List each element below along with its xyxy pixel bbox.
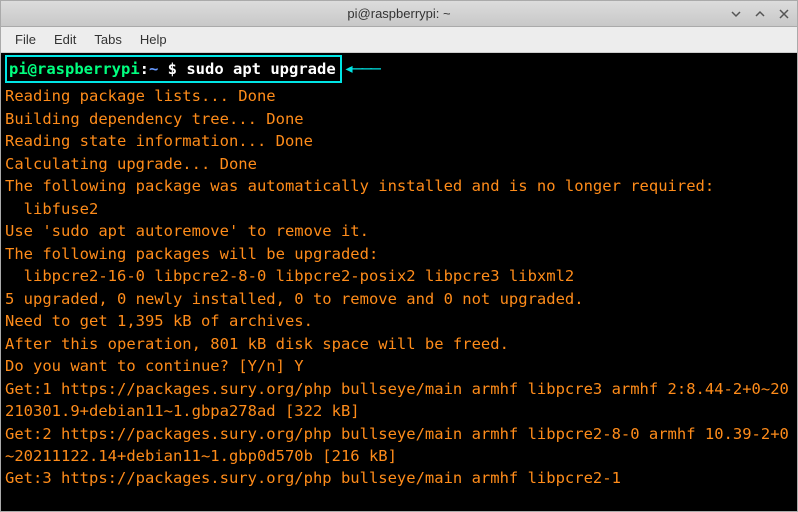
output-line: Reading state information... Done xyxy=(5,130,793,152)
output-line: Building dependency tree... Done xyxy=(5,108,793,130)
output-line: libfuse2 xyxy=(5,198,793,220)
output-line: Do you want to continue? [Y/n] Y xyxy=(5,355,793,377)
output-line: After this operation, 801 kB disk space … xyxy=(5,333,793,355)
output-line: Get:2 https://packages.sury.org/php bull… xyxy=(5,423,793,468)
titlebar: pi@raspberrypi: ~ xyxy=(1,1,797,27)
command-highlight: pi@raspberrypi:~ $ sudo apt upgrade xyxy=(5,55,342,83)
terminal[interactable]: pi@raspberrypi:~ $ sudo apt upgrade◂——— … xyxy=(1,53,797,511)
menu-help[interactable]: Help xyxy=(132,29,175,50)
output-line: Calculating upgrade... Done xyxy=(5,153,793,175)
output-line: Use 'sudo apt autoremove' to remove it. xyxy=(5,220,793,242)
menu-edit[interactable]: Edit xyxy=(46,29,84,50)
maximize-icon[interactable] xyxy=(753,7,767,21)
close-icon[interactable] xyxy=(777,7,791,21)
prompt-path: ~ xyxy=(149,60,158,78)
prompt-colon: : xyxy=(140,60,149,78)
output-line: Get:1 https://packages.sury.org/php bull… xyxy=(5,378,793,423)
output-line: Need to get 1,395 kB of archives. xyxy=(5,310,793,332)
output-line: Reading package lists... Done xyxy=(5,85,793,107)
menu-tabs[interactable]: Tabs xyxy=(86,29,129,50)
menubar: File Edit Tabs Help xyxy=(1,27,797,53)
prompt-symbol: $ xyxy=(158,60,186,78)
command-text: sudo apt upgrade xyxy=(186,60,335,78)
menu-file[interactable]: File xyxy=(7,29,44,50)
terminal-content: pi@raspberrypi:~ $ sudo apt upgrade◂——— … xyxy=(1,53,797,490)
output-line: 5 upgraded, 0 newly installed, 0 to remo… xyxy=(5,288,793,310)
output-line: Get:3 https://packages.sury.org/php bull… xyxy=(5,467,793,489)
arrow-annotation: ◂——— xyxy=(344,58,379,79)
output-line: The following packages will be upgraded: xyxy=(5,243,793,265)
window-title: pi@raspberrypi: ~ xyxy=(347,6,450,21)
output-line: libpcre2-16-0 libpcre2-8-0 libpcre2-posi… xyxy=(5,265,793,287)
minimize-icon[interactable] xyxy=(729,7,743,21)
window-controls xyxy=(729,7,791,21)
output-line: The following package was automatically … xyxy=(5,175,793,197)
prompt-user-host: pi@raspberrypi xyxy=(9,60,140,78)
